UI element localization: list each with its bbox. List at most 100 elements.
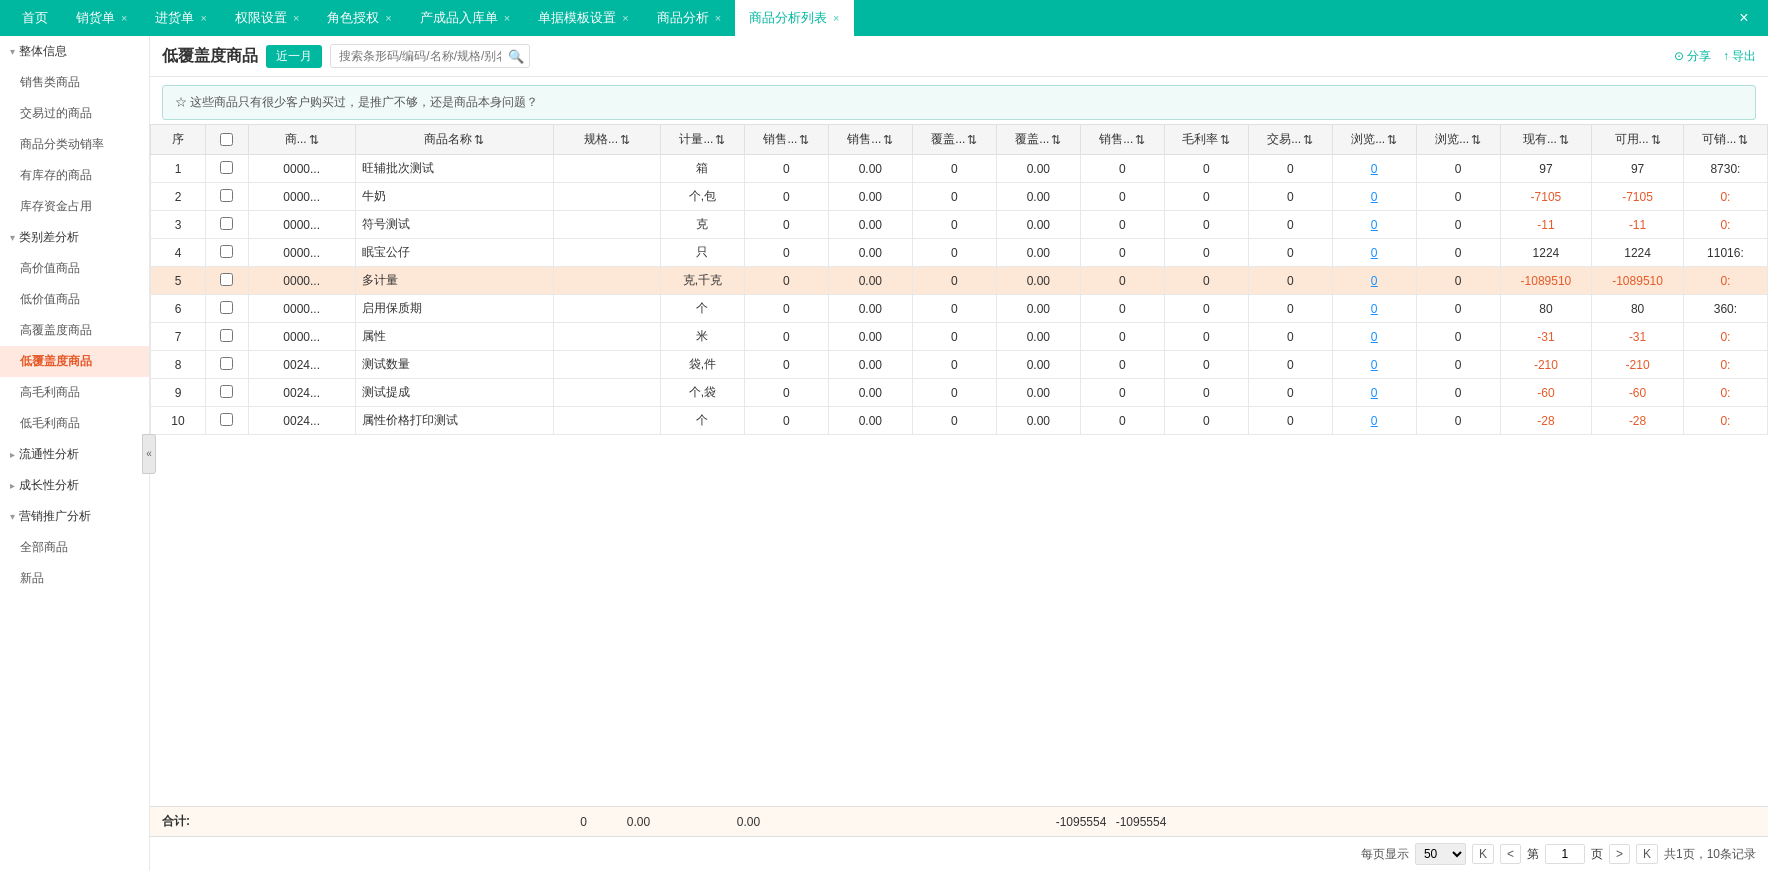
table-wrapper[interactable]: 序 商...⇅ 商品名称⇅ 规 <box>150 124 1768 806</box>
row-checkbox[interactable] <box>220 189 233 202</box>
page-size-select[interactable]: 50 100 200 <box>1415 843 1466 865</box>
table-row[interactable]: 6 0000... 启用保质期 个 0 0.00 0 0.00 0 0 0 0 … <box>151 295 1768 323</box>
cell-browse1[interactable]: 0 <box>1332 183 1416 211</box>
sidebar-item-stock-capital[interactable]: 库存资金占用 <box>0 191 149 222</box>
cell-browse1[interactable]: 0 <box>1332 239 1416 267</box>
sidebar-item-low-value[interactable]: 低价值商品 <box>0 284 149 315</box>
col-header-name[interactable]: 商品名称⇅ <box>355 125 553 155</box>
col-header-browse2[interactable]: 浏览...⇅ <box>1416 125 1500 155</box>
cell-check[interactable] <box>205 155 248 183</box>
table-row[interactable]: 8 0024... 测试数量 袋,件 0 0.00 0 0.00 0 0 0 0… <box>151 351 1768 379</box>
nav-template-settings[interactable]: 单据模板设置 × <box>524 0 642 36</box>
sidebar-item-traded-goods[interactable]: 交易过的商品 <box>0 98 149 129</box>
row-checkbox[interactable] <box>220 329 233 342</box>
nav-role-auth[interactable]: 角色授权 × <box>313 0 405 36</box>
cell-check[interactable] <box>205 211 248 239</box>
table-row[interactable]: 1 0000... 旺辅批次测试 箱 0 0.00 0 0.00 0 0 0 0… <box>151 155 1768 183</box>
nav-finished-goods-close[interactable]: × <box>504 12 510 24</box>
nav-home[interactable]: 首页 <box>8 0 62 36</box>
col-header-sale-qty[interactable]: 销售...⇅ <box>744 125 828 155</box>
sidebar-collapse-button[interactable]: « <box>142 434 156 474</box>
select-all-checkbox[interactable] <box>220 133 233 146</box>
cell-check[interactable] <box>205 379 248 407</box>
row-checkbox[interactable] <box>220 161 233 174</box>
col-header-browse1[interactable]: 浏览...⇅ <box>1332 125 1416 155</box>
nav-sales-order-close[interactable]: × <box>121 12 127 24</box>
row-checkbox[interactable] <box>220 301 233 314</box>
sidebar-item-new-goods[interactable]: 新品 <box>0 563 149 594</box>
cell-check[interactable] <box>205 351 248 379</box>
cell-check[interactable] <box>205 323 248 351</box>
nav-goods-analysis-close[interactable]: × <box>715 12 721 24</box>
nav-permissions[interactable]: 权限设置 × <box>221 0 313 36</box>
col-header-code[interactable]: 商...⇅ <box>248 125 355 155</box>
nav-purchase-order-close[interactable]: × <box>200 12 206 24</box>
sidebar-item-all-goods[interactable]: 全部商品 <box>0 532 149 563</box>
cell-browse1[interactable]: 0 <box>1332 267 1416 295</box>
cell-check[interactable] <box>205 183 248 211</box>
col-header-curr[interactable]: 现有...⇅ <box>1500 125 1592 155</box>
table-row[interactable]: 3 0000... 符号测试 克 0 0.00 0 0.00 0 0 0 0 0… <box>151 211 1768 239</box>
window-close-button[interactable]: × <box>1728 2 1760 34</box>
cell-browse1[interactable]: 0 <box>1332 295 1416 323</box>
table-row[interactable]: 9 0024... 测试提成 个,袋 0 0.00 0 0.00 0 0 0 0… <box>151 379 1768 407</box>
sidebar-group-overall[interactable]: ▾ 整体信息 <box>0 36 149 67</box>
sidebar-item-sales-goods[interactable]: 销售类商品 <box>0 67 149 98</box>
table-row[interactable]: 7 0000... 属性 米 0 0.00 0 0.00 0 0 0 0 0 -… <box>151 323 1768 351</box>
col-header-avail[interactable]: 可用...⇅ <box>1592 125 1684 155</box>
cell-check[interactable] <box>205 267 248 295</box>
col-header-cov-rate[interactable]: 覆盖...⇅ <box>996 125 1080 155</box>
cell-check[interactable] <box>205 295 248 323</box>
sidebar-item-category-activity[interactable]: 商品分类动销率 <box>0 129 149 160</box>
sidebar-item-in-stock[interactable]: 有库存的商品 <box>0 160 149 191</box>
table-row[interactable]: 10 0024... 属性价格打印测试 个 0 0.00 0 0.00 0 0 … <box>151 407 1768 435</box>
table-row[interactable]: 2 0000... 牛奶 个,包 0 0.00 0 0.00 0 0 0 0 0… <box>151 183 1768 211</box>
nav-template-settings-close[interactable]: × <box>622 12 628 24</box>
row-checkbox[interactable] <box>220 357 233 370</box>
sidebar-group-liquidity[interactable]: ▸ 流通性分析 <box>0 439 149 470</box>
next-page-button[interactable]: > <box>1609 844 1630 864</box>
cell-browse1[interactable]: 0 <box>1332 379 1416 407</box>
col-header-unit[interactable]: 计量...⇅ <box>660 125 744 155</box>
search-input[interactable] <box>330 44 530 68</box>
period-button[interactable]: 近一月 <box>266 45 322 68</box>
table-row[interactable]: 4 0000... 眠宝公仔 只 0 0.00 0 0.00 0 0 0 0 0… <box>151 239 1768 267</box>
nav-role-auth-close[interactable]: × <box>385 12 391 24</box>
sidebar-item-low-coverage[interactable]: 低覆盖度商品 <box>0 346 149 377</box>
first-page-button[interactable]: K <box>1472 844 1494 864</box>
nav-sales-order[interactable]: 销货单 × <box>62 0 141 36</box>
row-checkbox[interactable] <box>220 413 233 426</box>
col-header-cov-cnt[interactable]: 覆盖...⇅ <box>912 125 996 155</box>
row-checkbox[interactable] <box>220 273 233 286</box>
table-row[interactable]: 5 0000... 多计量 克,千克 0 0.00 0 0.00 0 0 0 0… <box>151 267 1768 295</box>
col-header-sale-cnt[interactable]: 销售...⇅ <box>1080 125 1164 155</box>
row-checkbox[interactable] <box>220 385 233 398</box>
nav-permissions-close[interactable]: × <box>293 12 299 24</box>
cell-browse1[interactable]: 0 <box>1332 211 1416 239</box>
nav-finished-goods[interactable]: 产成品入库单 × <box>406 0 524 36</box>
cell-check[interactable] <box>205 407 248 435</box>
cell-browse1[interactable]: 0 <box>1332 155 1416 183</box>
row-checkbox[interactable] <box>220 217 233 230</box>
col-header-sellable[interactable]: 可销...⇅ <box>1683 125 1767 155</box>
col-header-margin[interactable]: 毛利率⇅ <box>1164 125 1248 155</box>
sidebar-group-category[interactable]: ▾ 类别差分析 <box>0 222 149 253</box>
cell-browse1[interactable]: 0 <box>1332 323 1416 351</box>
col-header-check[interactable] <box>205 125 248 155</box>
col-header-sale-amt[interactable]: 销售...⇅ <box>828 125 912 155</box>
page-number-input[interactable] <box>1545 844 1585 864</box>
share-button[interactable]: ⊙ 分享 <box>1674 48 1711 65</box>
last-page-button[interactable]: K <box>1636 844 1658 864</box>
nav-goods-analysis-list-close[interactable]: × <box>833 12 839 24</box>
sidebar-item-low-margin[interactable]: 低毛利商品 <box>0 408 149 439</box>
nav-purchase-order[interactable]: 进货单 × <box>141 0 220 36</box>
sidebar-group-marketing[interactable]: ▾ 营销推广分析 <box>0 501 149 532</box>
sidebar-item-high-value[interactable]: 高价值商品 <box>0 253 149 284</box>
row-checkbox[interactable] <box>220 245 233 258</box>
sidebar-group-growth[interactable]: ▸ 成长性分析 <box>0 470 149 501</box>
prev-page-button[interactable]: < <box>1500 844 1521 864</box>
col-header-spec[interactable]: 规格...⇅ <box>554 125 661 155</box>
nav-goods-analysis[interactable]: 商品分析 × <box>643 0 735 36</box>
sidebar-item-high-margin[interactable]: 高毛利商品 <box>0 377 149 408</box>
nav-goods-analysis-list[interactable]: 商品分析列表 × <box>735 0 853 36</box>
